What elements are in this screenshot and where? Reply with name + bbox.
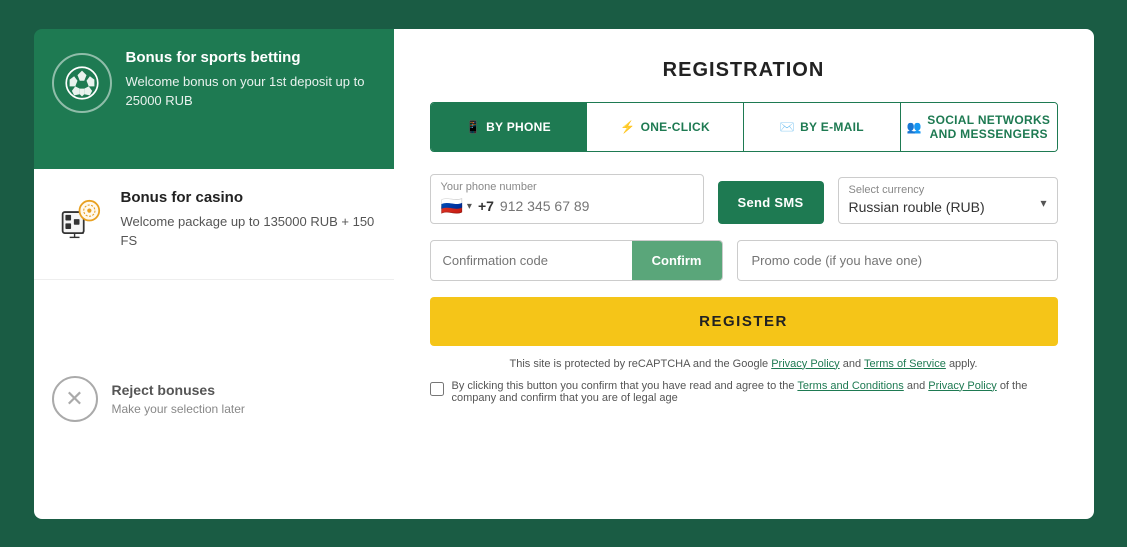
confirm-button[interactable]: Confirm [632, 241, 722, 280]
recaptcha-notice: This site is protected by reCAPTCHA and … [430, 358, 1058, 370]
bonus-casino-section[interactable]: Bonus for casino Welcome package up to 1… [34, 169, 394, 279]
bonus-casino-text: Bonus for casino Welcome package up to 1… [121, 189, 376, 251]
tab-one-click[interactable]: ⚡ ONE-CLICK [586, 103, 743, 151]
reject-text: Reject bonuses Make your selection later [112, 382, 245, 416]
checkbox-text: By clicking this button you confirm that… [452, 380, 1058, 404]
phone-tab-icon: 📱 [466, 120, 481, 134]
bonus-sports-title: Bonus for sports betting [126, 49, 376, 66]
terms-of-service-link[interactable]: Terms of Service [864, 358, 946, 370]
registration-tabs: 📱 BY PHONE ⚡ ONE-CLICK ✉️ BY E-MAIL 👥 SO… [430, 102, 1058, 152]
bonus-casino-title: Bonus for casino [121, 189, 376, 206]
promo-code-input[interactable] [737, 240, 1058, 281]
bonus-sports-description: Welcome bonus on your 1st deposit up to … [126, 72, 376, 111]
flag-emoji: 🇷🇺 [441, 196, 463, 217]
reject-bonus-section[interactable]: ✕ Reject bonuses Make your selection lat… [34, 279, 394, 519]
terms-checkbox-row: By clicking this button you confirm that… [430, 380, 1058, 404]
bonus-sports-section[interactable]: Bonus for sports betting Welcome bonus o… [34, 29, 394, 169]
flag-select[interactable]: 🇷🇺 ▾ [441, 196, 472, 217]
terms-conditions-link[interactable]: Terms and Conditions [797, 380, 903, 392]
reject-subtitle: Make your selection later [112, 402, 245, 416]
bonus-sports-text: Bonus for sports betting Welcome bonus o… [126, 49, 376, 111]
bolt-tab-icon: ⚡ [620, 120, 635, 134]
tab-social-label: SOCIAL NETWORKS AND MESSENGERS [927, 113, 1051, 141]
privacy-policy-link[interactable]: Privacy Policy [771, 358, 839, 370]
confirmation-code-input[interactable] [431, 241, 632, 280]
reject-icon: ✕ [52, 376, 98, 422]
recaptcha-text-prefix: This site is protected by reCAPTCHA and … [510, 358, 769, 370]
terms-checkbox[interactable] [430, 382, 444, 396]
social-tab-icon: 👥 [907, 120, 922, 134]
email-tab-icon: ✉️ [780, 120, 795, 134]
send-sms-button[interactable]: Send SMS [718, 181, 824, 224]
phone-input-row: 🇷🇺 ▾ +7 [441, 196, 693, 217]
flag-chevron-icon: ▾ [467, 201, 472, 212]
reject-title: Reject bonuses [112, 382, 245, 398]
tab-by-phone[interactable]: 📱 BY PHONE [431, 103, 587, 151]
register-button[interactable]: REGISTER [430, 297, 1058, 346]
phone-label: Your phone number [441, 181, 693, 193]
left-panel: Bonus for sports betting Welcome bonus o… [34, 29, 394, 519]
tab-by-email-label: BY E-MAIL [800, 120, 864, 134]
phone-input[interactable] [500, 198, 693, 214]
bonus-casino-description: Welcome package up to 135000 RUB + 150 F… [121, 212, 376, 251]
registration-title: REGISTRATION [430, 59, 1058, 82]
phone-prefix: +7 [478, 198, 494, 214]
recaptcha-apply: apply. [949, 358, 978, 370]
casino-icon [52, 193, 107, 248]
main-container: Bonus for sports betting Welcome bonus o… [34, 29, 1094, 519]
tab-social[interactable]: 👥 SOCIAL NETWORKS AND MESSENGERS [900, 103, 1057, 151]
tab-one-click-label: ONE-CLICK [641, 120, 710, 134]
currency-select[interactable]: Russian rouble (RUB) USD EUR [849, 199, 1047, 215]
currency-label: Select currency [849, 184, 1047, 196]
confirmation-field-wrapper: Confirm [430, 240, 723, 281]
confirmation-promo-row: Confirm [430, 240, 1058, 281]
tab-by-email[interactable]: ✉️ BY E-MAIL [743, 103, 900, 151]
currency-field-wrapper: Select currency Russian rouble (RUB) USD… [838, 177, 1058, 224]
soccer-ball-icon [52, 53, 112, 113]
checkbox-privacy-link[interactable]: Privacy Policy [928, 380, 996, 392]
recaptcha-and: and [843, 358, 861, 370]
right-panel: REGISTRATION 📱 BY PHONE ⚡ ONE-CLICK ✉️ B… [394, 29, 1094, 519]
phone-currency-row: Your phone number 🇷🇺 ▾ +7 Send SMS Selec… [430, 174, 1058, 224]
tab-by-phone-label: BY PHONE [486, 120, 551, 134]
phone-field-wrapper: Your phone number 🇷🇺 ▾ +7 [430, 174, 704, 224]
